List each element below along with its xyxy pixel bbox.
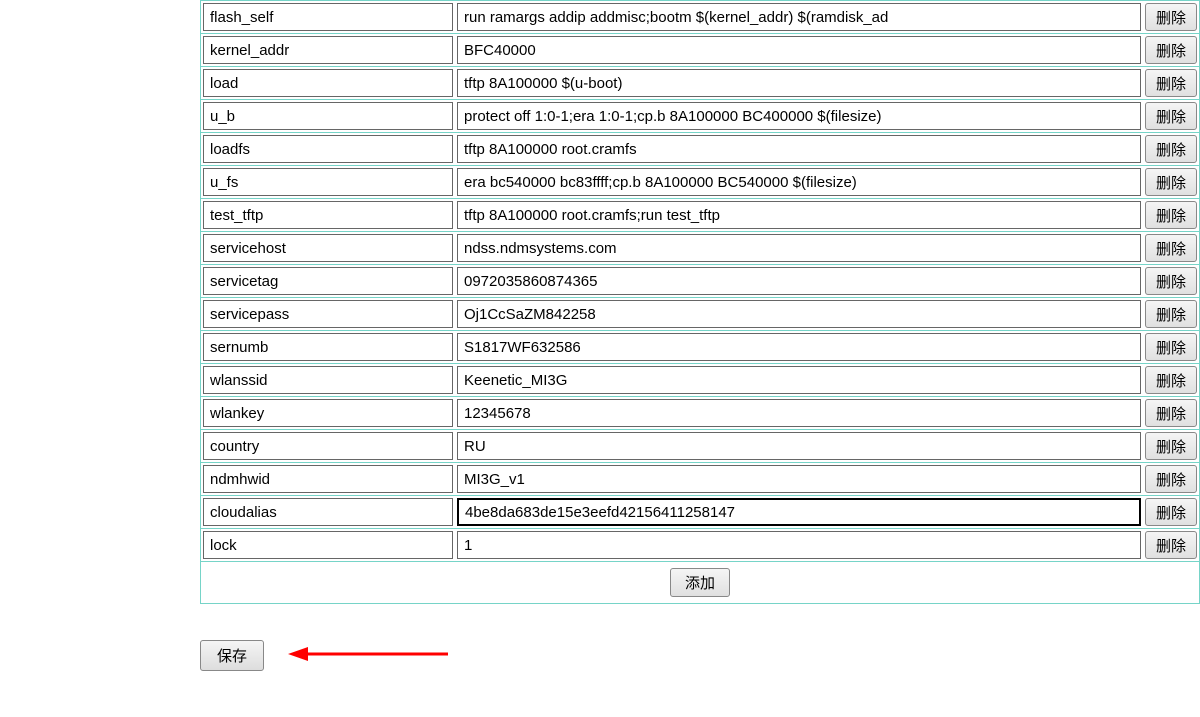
delete-button[interactable]: 删除 bbox=[1145, 102, 1197, 130]
add-button[interactable]: 添加 bbox=[670, 568, 730, 597]
delete-button[interactable]: 删除 bbox=[1145, 333, 1197, 361]
delete-button[interactable]: 删除 bbox=[1145, 300, 1197, 328]
env-key-input[interactable] bbox=[203, 498, 453, 526]
env-row: 删除 bbox=[200, 364, 1200, 397]
add-row: 添加 bbox=[200, 562, 1200, 604]
env-key-input[interactable] bbox=[203, 465, 453, 493]
env-value-input[interactable] bbox=[457, 399, 1141, 427]
env-value-input[interactable] bbox=[457, 366, 1141, 394]
delete-button[interactable]: 删除 bbox=[1145, 531, 1197, 559]
env-value-input[interactable] bbox=[457, 201, 1141, 229]
env-key-input[interactable] bbox=[203, 36, 453, 64]
env-row: 删除 bbox=[200, 166, 1200, 199]
delete-button[interactable]: 删除 bbox=[1145, 201, 1197, 229]
delete-button[interactable]: 删除 bbox=[1145, 267, 1197, 295]
env-key-input[interactable] bbox=[203, 432, 453, 460]
env-key-input[interactable] bbox=[203, 168, 453, 196]
delete-button[interactable]: 删除 bbox=[1145, 69, 1197, 97]
env-value-input[interactable] bbox=[457, 498, 1141, 526]
env-value-input[interactable] bbox=[457, 267, 1141, 295]
env-value-input[interactable] bbox=[457, 102, 1141, 130]
env-key-input[interactable] bbox=[203, 267, 453, 295]
env-row: 删除 bbox=[200, 265, 1200, 298]
env-row: 删除 bbox=[200, 67, 1200, 100]
save-row: 保存 bbox=[200, 640, 1200, 671]
env-value-input[interactable] bbox=[457, 531, 1141, 559]
delete-button[interactable]: 删除 bbox=[1145, 432, 1197, 460]
delete-button[interactable]: 删除 bbox=[1145, 36, 1197, 64]
env-key-input[interactable] bbox=[203, 300, 453, 328]
env-row: 删除 bbox=[200, 133, 1200, 166]
env-key-input[interactable] bbox=[203, 201, 453, 229]
env-key-input[interactable] bbox=[203, 333, 453, 361]
arrow-annotation-icon bbox=[288, 642, 448, 670]
env-value-input[interactable] bbox=[457, 3, 1141, 31]
env-value-input[interactable] bbox=[457, 69, 1141, 97]
env-row: 删除 bbox=[200, 100, 1200, 133]
env-row: 删除 bbox=[200, 0, 1200, 34]
delete-button[interactable]: 删除 bbox=[1145, 465, 1197, 493]
env-value-input[interactable] bbox=[457, 168, 1141, 196]
env-key-input[interactable] bbox=[203, 135, 453, 163]
env-row: 删除 bbox=[200, 430, 1200, 463]
env-row: 删除 bbox=[200, 298, 1200, 331]
env-value-input[interactable] bbox=[457, 36, 1141, 64]
delete-button[interactable]: 删除 bbox=[1145, 399, 1197, 427]
env-key-input[interactable] bbox=[203, 531, 453, 559]
env-row: 删除 bbox=[200, 529, 1200, 562]
env-value-input[interactable] bbox=[457, 333, 1141, 361]
env-row: 删除 bbox=[200, 397, 1200, 430]
env-key-input[interactable] bbox=[203, 69, 453, 97]
env-row: 删除 bbox=[200, 463, 1200, 496]
env-value-input[interactable] bbox=[457, 135, 1141, 163]
env-row: 删除 bbox=[200, 34, 1200, 67]
env-value-input[interactable] bbox=[457, 465, 1141, 493]
env-key-input[interactable] bbox=[203, 234, 453, 262]
env-row: 删除 bbox=[200, 232, 1200, 265]
env-value-input[interactable] bbox=[457, 300, 1141, 328]
delete-button[interactable]: 删除 bbox=[1145, 3, 1197, 31]
env-value-input[interactable] bbox=[457, 234, 1141, 262]
env-key-input[interactable] bbox=[203, 102, 453, 130]
env-key-input[interactable] bbox=[203, 399, 453, 427]
env-key-input[interactable] bbox=[203, 366, 453, 394]
delete-button[interactable]: 删除 bbox=[1145, 366, 1197, 394]
env-row: 删除 bbox=[200, 331, 1200, 364]
delete-button[interactable]: 删除 bbox=[1145, 234, 1197, 262]
env-row: 删除 bbox=[200, 199, 1200, 232]
env-vars-table: 删除删除删除删除删除删除删除删除删除删除删除删除删除删除删除删除删除 添加 保存 bbox=[200, 0, 1200, 671]
env-key-input[interactable] bbox=[203, 3, 453, 31]
delete-button[interactable]: 删除 bbox=[1145, 135, 1197, 163]
env-value-input[interactable] bbox=[457, 432, 1141, 460]
save-button[interactable]: 保存 bbox=[200, 640, 264, 671]
delete-button[interactable]: 删除 bbox=[1145, 498, 1197, 526]
delete-button[interactable]: 删除 bbox=[1145, 168, 1197, 196]
env-row: 删除 bbox=[200, 496, 1200, 529]
